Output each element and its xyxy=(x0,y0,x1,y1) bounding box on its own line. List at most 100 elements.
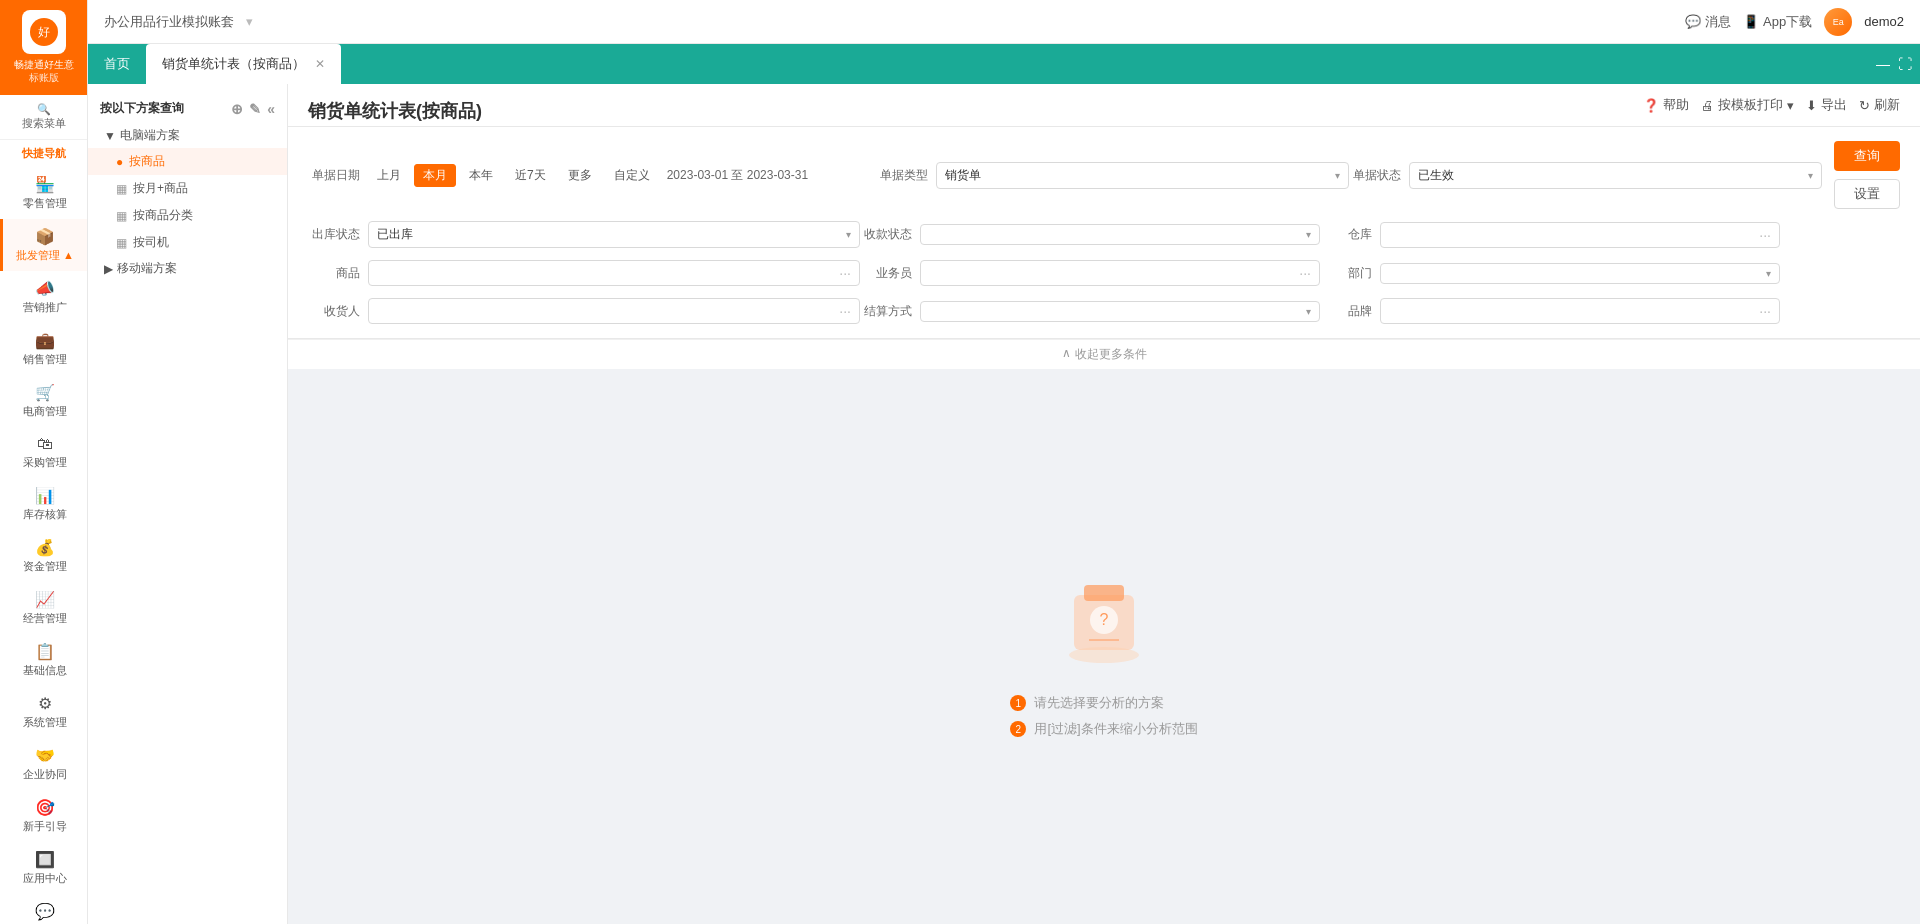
brand-label: 品牌 xyxy=(1320,303,1380,320)
finance-icon: 💰 xyxy=(35,538,55,557)
tree-item-by-cashier[interactable]: ▦ 按司机 xyxy=(88,229,287,256)
search-menu-button[interactable]: 🔍 搜索菜单 xyxy=(0,95,87,140)
salesperson-label: 业务员 xyxy=(860,265,920,282)
purchase-icon: 🛍 xyxy=(37,435,53,453)
topbar-breadcrumb: 办公用品行业模拟账套 xyxy=(104,13,234,31)
sidebar-item-apps[interactable]: 🔲 应用中心 xyxy=(0,842,87,894)
query-button[interactable]: 查询 xyxy=(1834,141,1900,171)
by-cashier-label: 按司机 xyxy=(133,234,169,251)
print-label: 按模板打印 xyxy=(1718,96,1783,114)
tree-group-mobile-text: 移动端方案 xyxy=(117,260,177,277)
sidebar-item-ecommerce[interactable]: 🛒 电商管理 xyxy=(0,375,87,427)
warehouse-input[interactable]: ··· xyxy=(1380,222,1780,248)
brand-input[interactable]: ··· xyxy=(1380,298,1780,324)
tab-sales-stats[interactable]: 销货单统计表（按商品） ✕ xyxy=(146,44,341,84)
sidebar-item-inventory[interactable]: 📊 库存核算 xyxy=(0,478,87,530)
weixin-icon: 💬 xyxy=(35,902,55,921)
app-download-button[interactable]: 📱 App下载 xyxy=(1743,13,1812,31)
sidebar-item-operations[interactable]: 📈 经营管理 xyxy=(0,582,87,634)
stockstatus-select[interactable]: 已出库 ▾ xyxy=(368,221,860,248)
message-label: 消息 xyxy=(1705,13,1731,31)
sidebar-item-marketing[interactable]: 📣 营销推广 xyxy=(0,271,87,323)
marketing-icon: 📣 xyxy=(35,279,55,298)
goods-input[interactable]: ··· xyxy=(368,260,860,286)
sidebar-item-basic[interactable]: 📋 基础信息 xyxy=(0,634,87,686)
breadcrumb-arrow: ▾ xyxy=(246,14,253,29)
sidebar-item-weixin[interactable]: 💬 企业微信 xyxy=(0,894,87,924)
salesperson-dots[interactable]: ··· xyxy=(1299,265,1311,281)
sidebar: 好 畅捷通好生意 标账版 🔍 搜索菜单 快捷导航 🏪 零售管理 📦 批发管理 ▲… xyxy=(0,0,88,924)
collapse-panel-button[interactable]: « xyxy=(267,101,275,117)
paymethod-select[interactable]: ▾ xyxy=(920,301,1320,322)
refresh-button[interactable]: ↻ 刷新 xyxy=(1859,96,1900,114)
consignee-dots[interactable]: ··· xyxy=(839,303,851,319)
add-scheme-button[interactable]: ⊕ xyxy=(231,101,243,117)
filter-docstatus-item: 单据状态 已生效 ▾ xyxy=(1349,162,1822,189)
warehouse-dots[interactable]: ··· xyxy=(1759,227,1771,243)
help-label: 帮助 xyxy=(1663,96,1689,114)
content-area: 按以下方案查询 ⊕ ✎ « ▼ 电脑端方案 ● 按商品 ▦ 按月+ xyxy=(88,84,1920,924)
filter-row-4: 收货人 ··· 结算方式 ▾ 品牌 xyxy=(308,298,1900,324)
print-icon: 🖨 xyxy=(1701,98,1714,113)
page-title: 销货单统计表(按商品) xyxy=(308,99,482,123)
sidebar-item-sales[interactable]: 💼 销售管理 xyxy=(0,323,87,375)
sidebar-item-basic-label: 基础信息 xyxy=(23,663,67,678)
tree-item-by-goods[interactable]: ● 按商品 xyxy=(88,148,287,175)
goods-dots[interactable]: ··· xyxy=(839,265,851,281)
date-tab-this-year[interactable]: 本年 xyxy=(460,164,502,187)
sidebar-item-system[interactable]: ⚙ 系统管理 xyxy=(0,686,87,738)
user-avatar[interactable]: Ea xyxy=(1824,8,1852,36)
sales-stats-tab-label: 销货单统计表（按商品） xyxy=(162,55,305,73)
tree-group-mobile-label[interactable]: ▶ 移动端方案 xyxy=(88,256,287,281)
date-tab-custom[interactable]: 自定义 xyxy=(605,164,659,187)
doctype-select[interactable]: 销货单 ▾ xyxy=(936,162,1349,189)
sidebar-item-retail[interactable]: 🏪 零售管理 xyxy=(0,167,87,219)
collapse-label: 收起更多条件 xyxy=(1075,346,1147,363)
sidebar-item-finance[interactable]: 💰 资金管理 xyxy=(0,530,87,582)
retail-icon: 🏪 xyxy=(35,175,55,194)
tip1-text: 请先选择要分析的方案 xyxy=(1034,694,1164,712)
dept-select[interactable]: ▾ xyxy=(1380,263,1780,284)
filter-consignee-item: 收货人 ··· xyxy=(308,298,860,324)
app-logo: 好 畅捷通好生意 标账版 xyxy=(0,0,87,95)
basic-icon: 📋 xyxy=(35,642,55,661)
export-button[interactable]: ⬇ 导出 xyxy=(1806,96,1847,114)
paymentstatus-arrow-icon: ▾ xyxy=(1306,229,1311,240)
by-goods-label: 按商品 xyxy=(129,153,165,170)
print-button[interactable]: 🖨 按模板打印 ▾ xyxy=(1701,96,1794,114)
docstatus-select[interactable]: 已生效 ▾ xyxy=(1409,162,1822,189)
date-tab-more[interactable]: 更多 xyxy=(559,164,601,187)
filter-row-1: 单据日期 上月 本月 本年 近7天 更多 自定义 2023-03-01 至 20… xyxy=(308,141,1900,209)
tab-minimize-button[interactable]: — xyxy=(1876,56,1890,72)
consignee-input[interactable]: ··· xyxy=(368,298,860,324)
sidebar-item-wholesale[interactable]: 📦 批发管理 ▲ xyxy=(0,219,87,271)
message-button[interactable]: 💬 消息 xyxy=(1685,13,1731,31)
sidebar-item-guide[interactable]: 🎯 新手引导 xyxy=(0,790,87,842)
main-area: 办公用品行业模拟账套 ▾ 💬 消息 📱 App下载 Ea demo2 首页 销货… xyxy=(88,0,1920,924)
settings-button[interactable]: 设置 xyxy=(1834,179,1900,209)
search-menu-label: 搜索菜单 xyxy=(22,116,66,131)
print-arrow-icon: ▾ xyxy=(1787,98,1794,113)
apps-icon: 🔲 xyxy=(35,850,55,869)
sidebar-item-enterprise[interactable]: 🤝 企业协同 xyxy=(0,738,87,790)
sidebar-item-enterprise-label: 企业协同 xyxy=(23,767,67,782)
paymentstatus-select[interactable]: ▾ xyxy=(920,224,1320,245)
empty-tip-1: 1 请先选择要分析的方案 xyxy=(1010,694,1197,712)
edit-scheme-button[interactable]: ✎ xyxy=(249,101,261,117)
sidebar-item-purchase[interactable]: 🛍 采购管理 xyxy=(0,427,87,478)
tree-item-by-month-goods[interactable]: ▦ 按月+商品 xyxy=(88,175,287,202)
tree-group-desktop-label[interactable]: ▼ 电脑端方案 xyxy=(88,123,287,148)
stockstatus-value: 已出库 xyxy=(377,226,842,243)
brand-dots[interactable]: ··· xyxy=(1759,303,1771,319)
date-tab-last-month[interactable]: 上月 xyxy=(368,164,410,187)
salesperson-input[interactable]: ··· xyxy=(920,260,1320,286)
filter-stockstatus-item: 出库状态 已出库 ▾ xyxy=(308,221,860,248)
tab-maximize-button[interactable]: ⛶ xyxy=(1898,56,1912,72)
collapse-more-button[interactable]: ∧ 收起更多条件 xyxy=(288,339,1920,369)
date-tab-this-month[interactable]: 本月 xyxy=(414,164,456,187)
date-tab-7days[interactable]: 近7天 xyxy=(506,164,555,187)
tab-home[interactable]: 首页 xyxy=(88,44,146,84)
help-button[interactable]: ❓ 帮助 xyxy=(1643,96,1689,114)
tree-item-by-goods-cat[interactable]: ▦ 按商品分类 xyxy=(88,202,287,229)
tab-close-button[interactable]: ✕ xyxy=(315,57,325,71)
